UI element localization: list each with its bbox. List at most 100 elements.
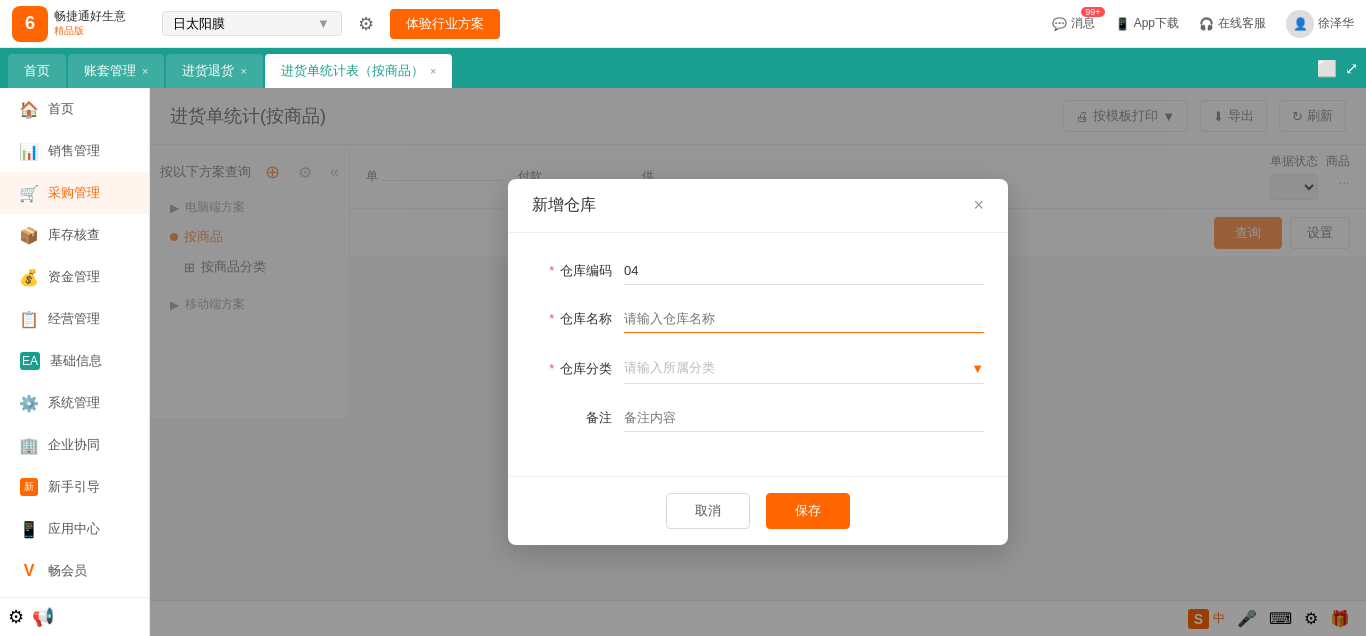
sidebar-item-sales[interactable]: 📊 销售管理 bbox=[0, 130, 149, 172]
warehouse-name-row: * 仓库名称 bbox=[532, 305, 984, 333]
modal-header: 新增仓库 × bbox=[508, 179, 1008, 233]
top-actions: ⚙ 体验行业方案 bbox=[358, 9, 500, 39]
purchase-icon: 🛒 bbox=[20, 184, 38, 202]
purchase-return-tab-label: 进货退货 bbox=[182, 62, 234, 80]
cancel-button[interactable]: 取消 bbox=[666, 493, 750, 529]
username-label: 徐泽华 bbox=[1318, 15, 1354, 32]
headset-icon: 🎧 bbox=[1199, 17, 1214, 31]
logo-badge: 精品版 bbox=[54, 24, 126, 38]
message-icon: 💬 bbox=[1052, 17, 1067, 31]
warehouse-name-input[interactable] bbox=[624, 305, 984, 333]
sidebar-enterprise-label: 企业协同 bbox=[48, 436, 100, 454]
search-dropdown-icon[interactable]: ▼ bbox=[317, 16, 330, 31]
accounts-tab-close[interactable]: × bbox=[142, 65, 148, 77]
warehouse-category-select[interactable]: 请输入所属分类 ▼ bbox=[624, 353, 984, 384]
required-mark-1: * bbox=[549, 263, 554, 278]
system-icon: ⚙️ bbox=[20, 394, 38, 412]
try-industry-button[interactable]: 体验行业方案 bbox=[390, 9, 500, 39]
purchase-return-tab-close[interactable]: × bbox=[240, 65, 246, 77]
warehouse-category-row: * 仓库分类 请输入所属分类 ▼ bbox=[532, 353, 984, 384]
sidebar-home-label: 首页 bbox=[48, 100, 74, 118]
sidebar-basic-info-label: 基础信息 bbox=[50, 352, 102, 370]
user-profile-button[interactable]: 👤 徐泽华 bbox=[1286, 10, 1354, 38]
sidebar-settings-icon[interactable]: ⚙ bbox=[8, 606, 24, 628]
modal-close-button[interactable]: × bbox=[973, 195, 984, 216]
sidebar-item-system[interactable]: ⚙️ 系统管理 bbox=[0, 382, 149, 424]
app-center-icon: 📱 bbox=[20, 520, 38, 538]
warehouse-code-label: * 仓库编码 bbox=[532, 262, 612, 280]
sidebar-item-member[interactable]: V 畅会员 bbox=[0, 550, 149, 592]
phone-icon: 📱 bbox=[1115, 17, 1130, 31]
tab-home[interactable]: 首页 bbox=[8, 54, 66, 88]
modal-footer: 取消 保存 bbox=[508, 476, 1008, 545]
sidebar-item-finance[interactable]: 💰 资金管理 bbox=[0, 256, 149, 298]
main-layout: 🏠 首页 📊 销售管理 🛒 采购管理 📦 库存核查 💰 资金管理 📋 经营管理 … bbox=[0, 88, 1366, 636]
remark-row: 备注 bbox=[532, 404, 984, 432]
sidebar-speaker-icon[interactable]: 📢 bbox=[32, 606, 54, 628]
modal-body: * 仓库编码 * 仓库名称 bbox=[508, 233, 1008, 476]
sidebar-member-label: 畅会员 bbox=[48, 562, 87, 580]
sidebar-item-home[interactable]: 🏠 首页 bbox=[0, 88, 149, 130]
sidebar-operations-label: 经营管理 bbox=[48, 310, 100, 328]
tab-restore-icon[interactable]: ⬜ bbox=[1317, 59, 1337, 78]
tab-bar: 首页 账套管理 × 进货退货 × 进货单统计表（按商品） × ⬜ ⤢ bbox=[0, 48, 1366, 88]
accounts-tab-label: 账套管理 bbox=[84, 62, 136, 80]
remark-input[interactable] bbox=[624, 404, 984, 432]
warehouse-category-label: * 仓库分类 bbox=[532, 360, 612, 378]
sales-icon: 📊 bbox=[20, 142, 38, 160]
sidebar-sales-label: 销售管理 bbox=[48, 142, 100, 160]
enterprise-icon: 🏢 bbox=[20, 436, 38, 454]
sidebar-item-purchase[interactable]: 🛒 采购管理 bbox=[0, 172, 149, 214]
tab-list: 首页 账套管理 × 进货退货 × 进货单统计表（按商品） × bbox=[8, 48, 452, 88]
top-right-actions: 💬 消息 99+ 📱 App下载 🎧 在线客服 👤 徐泽华 bbox=[1052, 10, 1354, 38]
content-area: 进货单统计(按商品) 🖨 按模板打印 ▼ ⬇ 导出 ↻ 刷新 bbox=[150, 88, 1366, 636]
purchase-stats-tab-label: 进货单统计表（按商品） bbox=[281, 62, 424, 80]
tab-purchase-return[interactable]: 进货退货 × bbox=[166, 54, 262, 88]
modal-title: 新增仓库 bbox=[532, 195, 596, 216]
purchase-stats-tab-close[interactable]: × bbox=[430, 65, 436, 77]
tab-accounts[interactable]: 账套管理 × bbox=[68, 54, 164, 88]
inventory-icon: 📦 bbox=[20, 226, 38, 244]
sidebar-item-basic-info[interactable]: EA 基础信息 bbox=[0, 340, 149, 382]
search-bar[interactable]: ▼ bbox=[162, 11, 342, 36]
messages-label: 消息 bbox=[1071, 15, 1095, 32]
operations-icon: 📋 bbox=[20, 310, 38, 328]
warehouse-name-label: * 仓库名称 bbox=[532, 310, 612, 328]
sidebar-purchase-label: 采购管理 bbox=[48, 184, 100, 202]
sidebar-guide-label: 新手引导 bbox=[48, 478, 100, 496]
warehouse-code-row: * 仓库编码 bbox=[532, 257, 984, 285]
sidebar-item-app-center[interactable]: 📱 应用中心 bbox=[0, 508, 149, 550]
sidebar-item-enterprise[interactable]: 🏢 企业协同 bbox=[0, 424, 149, 466]
sidebar-item-inventory[interactable]: 📦 库存核查 bbox=[0, 214, 149, 256]
member-icon: V bbox=[20, 562, 38, 580]
top-navbar: 6 畅捷通好生意 精品版 ▼ ⚙ 体验行业方案 💬 消息 99+ 📱 App下载… bbox=[0, 0, 1366, 48]
logo-area: 6 畅捷通好生意 精品版 bbox=[12, 6, 162, 42]
tab-expand-icon[interactable]: ⤢ bbox=[1345, 59, 1358, 78]
sidebar-bottom: ⚙ 📢 bbox=[0, 597, 149, 636]
sidebar-item-guide[interactable]: 新 新手引导 bbox=[0, 466, 149, 508]
sidebar: 🏠 首页 📊 销售管理 🛒 采购管理 📦 库存核查 💰 资金管理 📋 经营管理 … bbox=[0, 88, 150, 636]
search-input[interactable] bbox=[173, 16, 313, 31]
new-warehouse-modal: 新增仓库 × * 仓库编码 bbox=[508, 179, 1008, 545]
basic-info-icon: EA bbox=[20, 352, 40, 370]
app-download-button[interactable]: 📱 App下载 bbox=[1115, 15, 1179, 32]
sidebar-finance-label: 资金管理 bbox=[48, 268, 100, 286]
messages-button[interactable]: 💬 消息 99+ bbox=[1052, 15, 1095, 32]
warehouse-code-input[interactable] bbox=[624, 257, 984, 285]
tab-bar-right: ⬜ ⤢ bbox=[1317, 59, 1358, 78]
modal-overlay: 新增仓库 × * 仓库编码 bbox=[150, 88, 1366, 636]
home-icon: 🏠 bbox=[20, 100, 38, 118]
settings-icon[interactable]: ⚙ bbox=[358, 13, 374, 35]
remark-label: 备注 bbox=[532, 409, 612, 427]
online-service-button[interactable]: 🎧 在线客服 bbox=[1199, 15, 1266, 32]
category-placeholder: 请输入所属分类 bbox=[624, 359, 715, 377]
save-button[interactable]: 保存 bbox=[766, 493, 850, 529]
sidebar-item-operations[interactable]: 📋 经营管理 bbox=[0, 298, 149, 340]
sidebar-app-center-label: 应用中心 bbox=[48, 520, 100, 538]
finance-icon: 💰 bbox=[20, 268, 38, 286]
avatar: 👤 bbox=[1286, 10, 1314, 38]
sidebar-system-label: 系统管理 bbox=[48, 394, 100, 412]
category-dropdown-icon: ▼ bbox=[971, 361, 984, 376]
home-tab-label: 首页 bbox=[24, 62, 50, 80]
tab-purchase-stats[interactable]: 进货单统计表（按商品） × bbox=[265, 54, 452, 88]
